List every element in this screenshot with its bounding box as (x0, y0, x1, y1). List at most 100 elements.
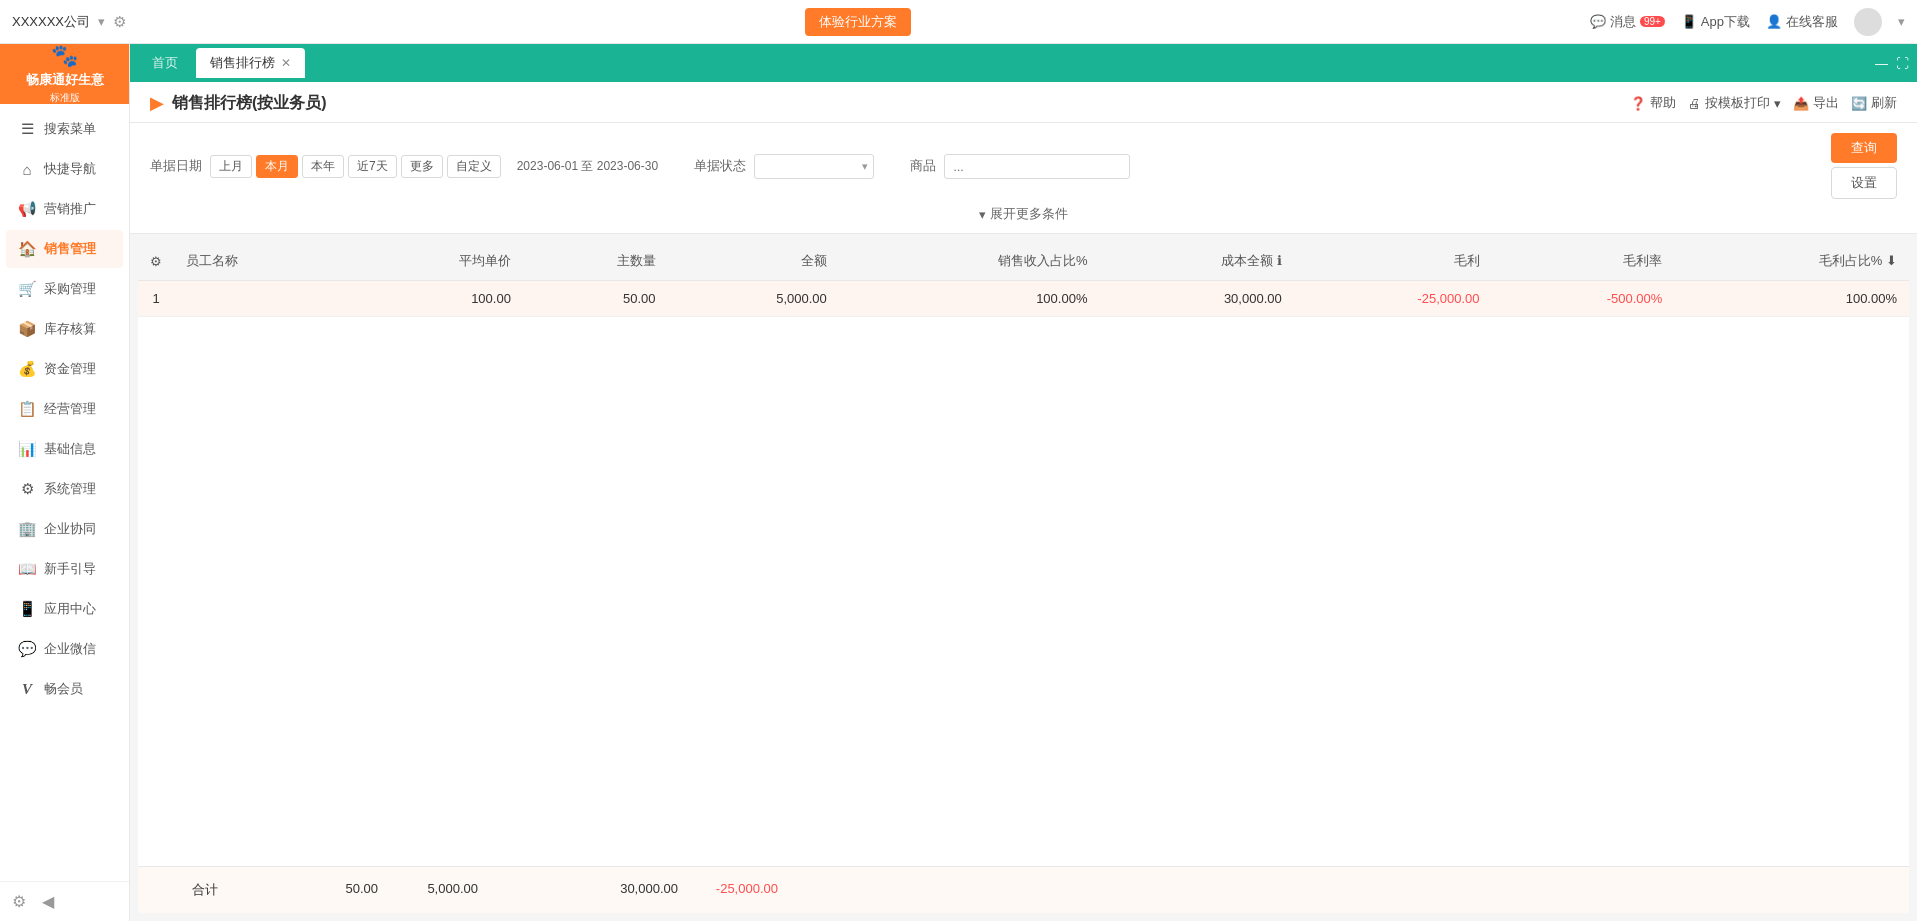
sidebar-item-apps[interactable]: 📱 应用中心 (6, 590, 123, 628)
template-print-btn[interactable]: 🖨 按模板打印 ▾ (1688, 94, 1781, 112)
sidebar-item-search[interactable]: ☰ 搜索菜单 (6, 110, 123, 148)
message-item[interactable]: 💬 消息 99+ (1590, 13, 1665, 31)
top-bar-left: XXXXXX公司 ▾ ⚙ (12, 13, 126, 31)
top-bar-center: 体验行业方案 (805, 8, 911, 36)
sidebar-label-sales: 销售管理 (44, 240, 96, 258)
cell-quantity: 50.00 (523, 281, 668, 317)
th-quantity: 主数量 (523, 242, 668, 281)
back-arrow-icon[interactable]: ▶ (150, 92, 164, 114)
collapse-icon[interactable]: ◀ (42, 892, 54, 911)
cell-gross-ratio: 100.00% (1674, 281, 1909, 317)
funds-icon: 💰 (18, 360, 36, 378)
home-tab-label: 首页 (152, 54, 178, 72)
top-bar: XXXXXX公司 ▾ ⚙ 体验行业方案 💬 消息 99+ 📱 App下载 👤 在… (0, 0, 1917, 44)
sidebar-item-wechat[interactable]: 💬 企业微信 (6, 630, 123, 668)
refresh-btn[interactable]: 🔄 刷新 (1851, 94, 1897, 112)
operations-icon: 📋 (18, 400, 36, 418)
footer-avg-price (230, 877, 310, 903)
sidebar-item-operations[interactable]: 📋 经营管理 (6, 390, 123, 428)
marketing-icon: 📢 (18, 200, 36, 218)
page-header: ▶ 销售排行榜(按业务员) ❓ 帮助 🖨 按模板打印 ▾ 📤 (130, 82, 1917, 123)
sidebar-item-basic[interactable]: 📊 基础信息 (6, 430, 123, 468)
th-settings: ⚙ (138, 242, 174, 281)
tab-bar-right: — ⛶ (1875, 56, 1909, 71)
goods-input[interactable] (944, 154, 1130, 179)
th-name: 员工名称 (174, 242, 348, 281)
query-btn[interactable]: 查询 (1831, 133, 1897, 163)
last-7days-btn[interactable]: 近7天 (348, 155, 397, 178)
online-service-item[interactable]: 👤 在线客服 (1766, 13, 1838, 31)
sales-ranking-tab-label: 销售排行榜 (210, 54, 275, 72)
date-range-text: 2023-06-01 至 2023-06-30 (517, 158, 658, 175)
tab-close-icon[interactable]: ✕ (281, 56, 291, 70)
sidebar-menu: ☰ 搜索菜单 ⌂ 快捷导航 📢 营销推广 🏠 销售管理 🛒 采购管理 📦 库 (0, 104, 129, 881)
th-sales-ratio: 销售收入占比% (839, 242, 1100, 281)
th-gross: 毛利 (1294, 242, 1492, 281)
help-icon: ❓ (1630, 96, 1646, 111)
service-icon: 👤 (1766, 14, 1782, 29)
search-icon: ☰ (18, 120, 36, 138)
sidebar-item-inventory[interactable]: 📦 库存核算 (6, 310, 123, 348)
wechat-icon: 💬 (18, 640, 36, 658)
tab-sales-ranking[interactable]: 销售排行榜 ✕ (196, 48, 305, 78)
table-area: ⚙ 员工名称 平均单价 主数量 全额 销售收入占比% 成本全额 ℹ 毛利 毛利率 (138, 242, 1909, 913)
sidebar-item-purchase[interactable]: 🛒 采购管理 (6, 270, 123, 308)
expand-more-btn[interactable]: ▾ 展开更多条件 (979, 205, 1068, 223)
sidebar-item-enterprise[interactable]: 🏢 企业协同 (6, 510, 123, 548)
sidebar-item-quick[interactable]: ⌂ 快捷导航 (6, 150, 123, 188)
doc-status-select[interactable] (754, 154, 874, 179)
sidebar-item-member[interactable]: V 畅会员 (6, 670, 123, 708)
main-content: 首页 销售排行榜 ✕ — ⛶ ▶ 销售排行榜(按业务员) ❓ (130, 44, 1917, 921)
table-footer: 合计 50.00 5,000.00 30,000.00 -25,000.00 (138, 866, 1909, 913)
settings-icon[interactable]: ⚙ (113, 13, 126, 31)
cost-info-icon[interactable]: ℹ (1277, 253, 1282, 268)
more-date-btn[interactable]: 更多 (401, 155, 443, 178)
sidebar-label-system: 系统管理 (44, 480, 96, 498)
help-btn[interactable]: ❓ 帮助 (1630, 94, 1676, 112)
message-icon: 💬 (1590, 14, 1606, 29)
home-icon: ⌂ (18, 161, 36, 178)
rankings-table: ⚙ 员工名称 平均单价 主数量 全额 销售收入占比% 成本全额 ℹ 毛利 毛利率 (138, 242, 1909, 317)
gross-ratio-sort-icon[interactable]: ⬇ (1886, 253, 1897, 268)
table-settings-icon[interactable]: ⚙ (150, 254, 162, 269)
expand-icon[interactable]: ⛶ (1896, 56, 1909, 71)
cell-rank: 1 (138, 281, 174, 317)
company-dropdown-icon[interactable]: ▾ (98, 14, 105, 29)
cell-sales-ratio: 100.00% (839, 281, 1100, 317)
export-icon: 📤 (1793, 96, 1809, 111)
sidebar-label-operations: 经营管理 (44, 400, 96, 418)
footer-quantity: 50.00 (310, 877, 390, 903)
custom-date-btn[interactable]: 自定义 (447, 155, 501, 178)
refresh-icon: 🔄 (1851, 96, 1867, 111)
th-avg-price: 平均单价 (348, 242, 522, 281)
this-month-btn[interactable]: 本月 (256, 155, 298, 178)
try-industry-btn[interactable]: 体验行业方案 (805, 8, 911, 36)
tab-home[interactable]: 首页 (138, 48, 192, 78)
minimize-icon[interactable]: — (1875, 56, 1888, 71)
gear-icon[interactable]: ⚙ (12, 892, 26, 911)
sidebar-item-guide[interactable]: 📖 新手引导 (6, 550, 123, 588)
th-amount: 全额 (668, 242, 839, 281)
export-btn[interactable]: 📤 导出 (1793, 94, 1839, 112)
user-name: ▾ (1898, 14, 1905, 29)
sidebar-label-purchase: 采购管理 (44, 280, 96, 298)
sidebar-item-sales[interactable]: 🏠 销售管理 (6, 230, 123, 268)
sidebar-item-funds[interactable]: 💰 资金管理 (6, 350, 123, 388)
footer-gross: -25,000.00 (690, 877, 790, 903)
message-label: 消息 (1610, 13, 1636, 31)
app-download-item[interactable]: 📱 App下载 (1681, 13, 1750, 31)
tab-bar: 首页 销售排行榜 ✕ — ⛶ (130, 44, 1917, 82)
filter-settings-btn[interactable]: 设置 (1831, 167, 1897, 199)
sidebar-item-marketing[interactable]: 📢 营销推广 (6, 190, 123, 228)
basic-icon: 📊 (18, 440, 36, 458)
sidebar-item-system[interactable]: ⚙ 系统管理 (6, 470, 123, 508)
sidebar-label-inventory: 库存核算 (44, 320, 96, 338)
date-filter-item: 单据日期 上月 本月 本年 近7天 更多 自定义 (150, 155, 501, 178)
app-label: App下载 (1701, 13, 1750, 31)
purchase-icon: 🛒 (18, 280, 36, 298)
system-icon: ⚙ (18, 480, 36, 498)
this-year-btn[interactable]: 本年 (302, 155, 344, 178)
sidebar-label-quick: 快捷导航 (44, 160, 96, 178)
last-month-btn[interactable]: 上月 (210, 155, 252, 178)
avatar[interactable] (1854, 8, 1882, 36)
